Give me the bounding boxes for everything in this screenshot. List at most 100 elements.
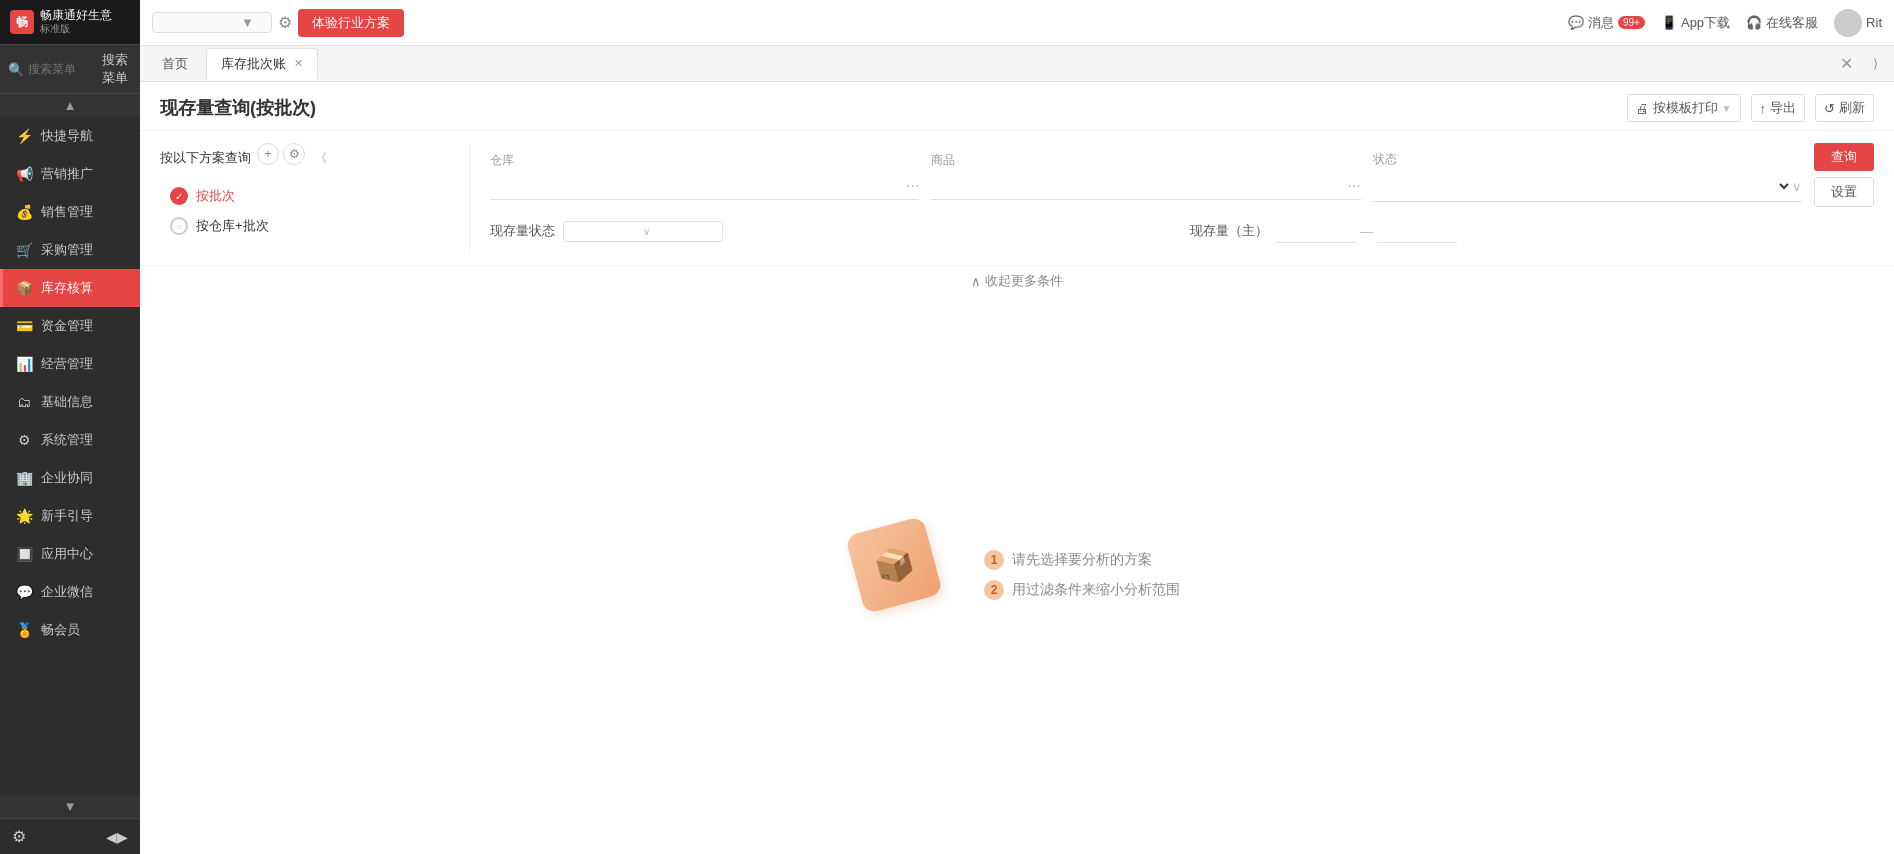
empty-state: 📦 1 请先选择要分析的方案 2 用过滤条件来缩小分析范围 [140,296,1894,854]
plan-active-dot: ✓ [170,187,188,205]
sidebar-item-sales[interactable]: 💰 销售管理 [0,193,140,231]
filter-panel: 按以下方案查询 + ⚙ 《 ✓ 按批次 [140,131,1894,296]
print-btn[interactable]: 🖨 按模板打印 ▼ [1627,94,1741,122]
panel-close-btn[interactable]: ✕ [1832,50,1861,77]
sidebar-item-enterprise[interactable]: 🏢 企业协同 [0,459,140,497]
app-download-label: App下载 [1681,14,1730,32]
inventory-status-select[interactable]: ∨ [563,221,723,242]
search-input[interactable] [28,62,98,76]
print-icon: 🖨 [1636,101,1649,116]
system-icon: ⚙ [15,431,33,449]
plan-warehouse-batch-label: 按仓库+批次 [196,217,269,235]
product-filter: 商品 ··· [931,152,1360,200]
sidebar-item-system[interactable]: ⚙ 系统管理 [0,421,140,459]
wechat-label: 企业微信 [41,583,93,601]
settings-icon[interactable]: ⚙ [12,827,26,846]
topbar-dropdown-icon[interactable]: ▼ [241,15,254,30]
tab-close-btn[interactable]: ✕ [294,57,303,70]
warehouse-input[interactable] [490,179,902,194]
sidebar-item-basic[interactable]: 🗂 基础信息 [0,383,140,421]
nav-list: ⚡ 快捷导航 📢 营销推广 💰 销售管理 🛒 采购管理 📦 库存核算 💳 资金管… [0,117,140,795]
status-select[interactable] [1373,176,1792,197]
sidebar-item-purchase[interactable]: 🛒 采购管理 [0,231,140,269]
plan-section-title: 按以下方案查询 [160,149,251,167]
app-download-btn[interactable]: 📱 App下载 [1661,14,1730,32]
enterprise-icon: 🏢 [15,469,33,487]
inventory-qty-filter: 现存量（主） — [1190,219,1874,243]
refresh-label: 刷新 [1839,99,1865,117]
message-badge: 99+ [1618,16,1645,29]
scroll-up-btn[interactable]: ▲ [0,94,140,117]
print-dropdown-icon[interactable]: ▼ [1722,103,1732,114]
user-avatar-btn[interactable]: Rit [1834,9,1882,37]
sidebar-item-finance[interactable]: 💳 资金管理 [0,307,140,345]
plan-item-batch[interactable]: ✓ 按批次 [160,181,453,211]
tabbar: 首页 库存批次账 ✕ ✕ ⟩ [140,46,1894,82]
refresh-btn[interactable]: ↺ 刷新 [1815,94,1874,122]
quicknav-icon: ⚡ [15,127,33,145]
operations-icon: 📊 [15,355,33,373]
plan-item-warehouse-batch[interactable]: ○ 按仓库+批次 [160,211,453,241]
tab-home-label: 首页 [162,55,188,73]
sidebar-item-quicknav[interactable]: ⚡ 快捷导航 [0,117,140,155]
inventory-status-filter: 现存量状态 ∨ [490,221,1174,242]
topbar-search-wrap[interactable]: ▼ [152,12,272,33]
collapse-more-btn[interactable]: ∧ 收起更多条件 [140,265,1894,296]
sidebar-item-inventory[interactable]: 📦 库存核算 [0,269,140,307]
tab-inventory-batch-label: 库存批次账 [221,55,286,73]
enterprise-label: 企业协同 [41,469,93,487]
settings-btn[interactable]: 设置 [1814,177,1874,207]
online-support-btn[interactable]: 🎧 在线客服 [1746,14,1818,32]
sales-label: 销售管理 [41,203,93,221]
sidebar-item-wechat[interactable]: 💬 企业微信 [0,573,140,611]
sidebar-search-bar[interactable]: 🔍 搜索菜单 [0,45,140,94]
status-label: 状态 [1373,151,1802,168]
product-input[interactable] [931,179,1343,194]
status-filter: 状态 ∨ [1373,151,1802,202]
scroll-down-btn[interactable]: ▼ [0,795,140,818]
step2-text: 用过滤条件来缩小分析范围 [1012,581,1180,599]
tab-home[interactable]: 首页 [148,49,202,79]
sales-icon: 💰 [15,203,33,221]
sidebar-item-marketing[interactable]: 📢 营销推广 [0,155,140,193]
messages-btn[interactable]: 💬 消息 99+ [1568,14,1645,32]
query-btn[interactable]: 查询 [1814,143,1874,171]
inventory-qty-max[interactable] [1377,219,1457,243]
gear-icon: ⚙ [289,147,300,161]
empty-step2: 2 用过滤条件来缩小分析范围 [984,580,1180,600]
warehouse-dots-btn[interactable]: ··· [906,177,919,195]
marketing-icon: 📢 [15,165,33,183]
sidebar-item-newguide[interactable]: 🌟 新手引导 [0,497,140,535]
member-label: 畅会员 [41,621,80,639]
purchase-label: 采购管理 [41,241,93,259]
add-plan-btn[interactable]: + [257,143,279,165]
industry-solution-btn[interactable]: 体验行业方案 [298,9,404,37]
sidebar-item-operations[interactable]: 📊 经营管理 [0,345,140,383]
topbar-settings-icon[interactable]: ⚙ [278,13,292,32]
sidebar-header: 畅 畅康通好生意 标准版 [0,0,140,45]
sidebar-item-appcenter[interactable]: 🔲 应用中心 [0,535,140,573]
filter-main: 按以下方案查询 + ⚙ 《 ✓ 按批次 [140,131,1894,265]
panel-expand-btn[interactable]: ⟩ [1865,52,1886,75]
inventory-qty-min[interactable] [1276,219,1356,243]
plan-settings-btn[interactable]: ⚙ [283,143,305,165]
tab-inventory-batch[interactable]: 库存批次账 ✕ [206,48,318,80]
topbar: ▼ ⚙ 体验行业方案 💬 消息 99+ 📱 App下载 🎧 在线客服 Rit [140,0,1894,46]
messages-label: 消息 [1588,14,1614,32]
system-label: 系统管理 [41,431,93,449]
refresh-icon: ↺ [1824,101,1835,116]
empty-step1: 1 请先选择要分析的方案 [984,550,1180,570]
inventory-status-label: 现存量状态 [490,222,555,240]
company-name: 畅康通好生意 [40,8,112,22]
product-dots-btn[interactable]: ··· [1347,177,1360,195]
export-btn[interactable]: ↑ 导出 [1751,94,1806,122]
operations-label: 经营管理 [41,355,93,373]
page-title: 现存量查询(按批次) [160,96,316,120]
collapse-sidebar-btn[interactable]: ◀▶ [106,829,128,845]
sidebar-item-member[interactable]: 🏅 畅会员 [0,611,140,649]
topbar-search-input[interactable] [161,15,241,30]
export-icon: ↑ [1760,101,1767,116]
plan-batch-label: 按批次 [196,187,235,205]
plan-collapse-btn[interactable]: 《 [311,148,331,169]
plan-inactive-dot: ○ [170,217,188,235]
